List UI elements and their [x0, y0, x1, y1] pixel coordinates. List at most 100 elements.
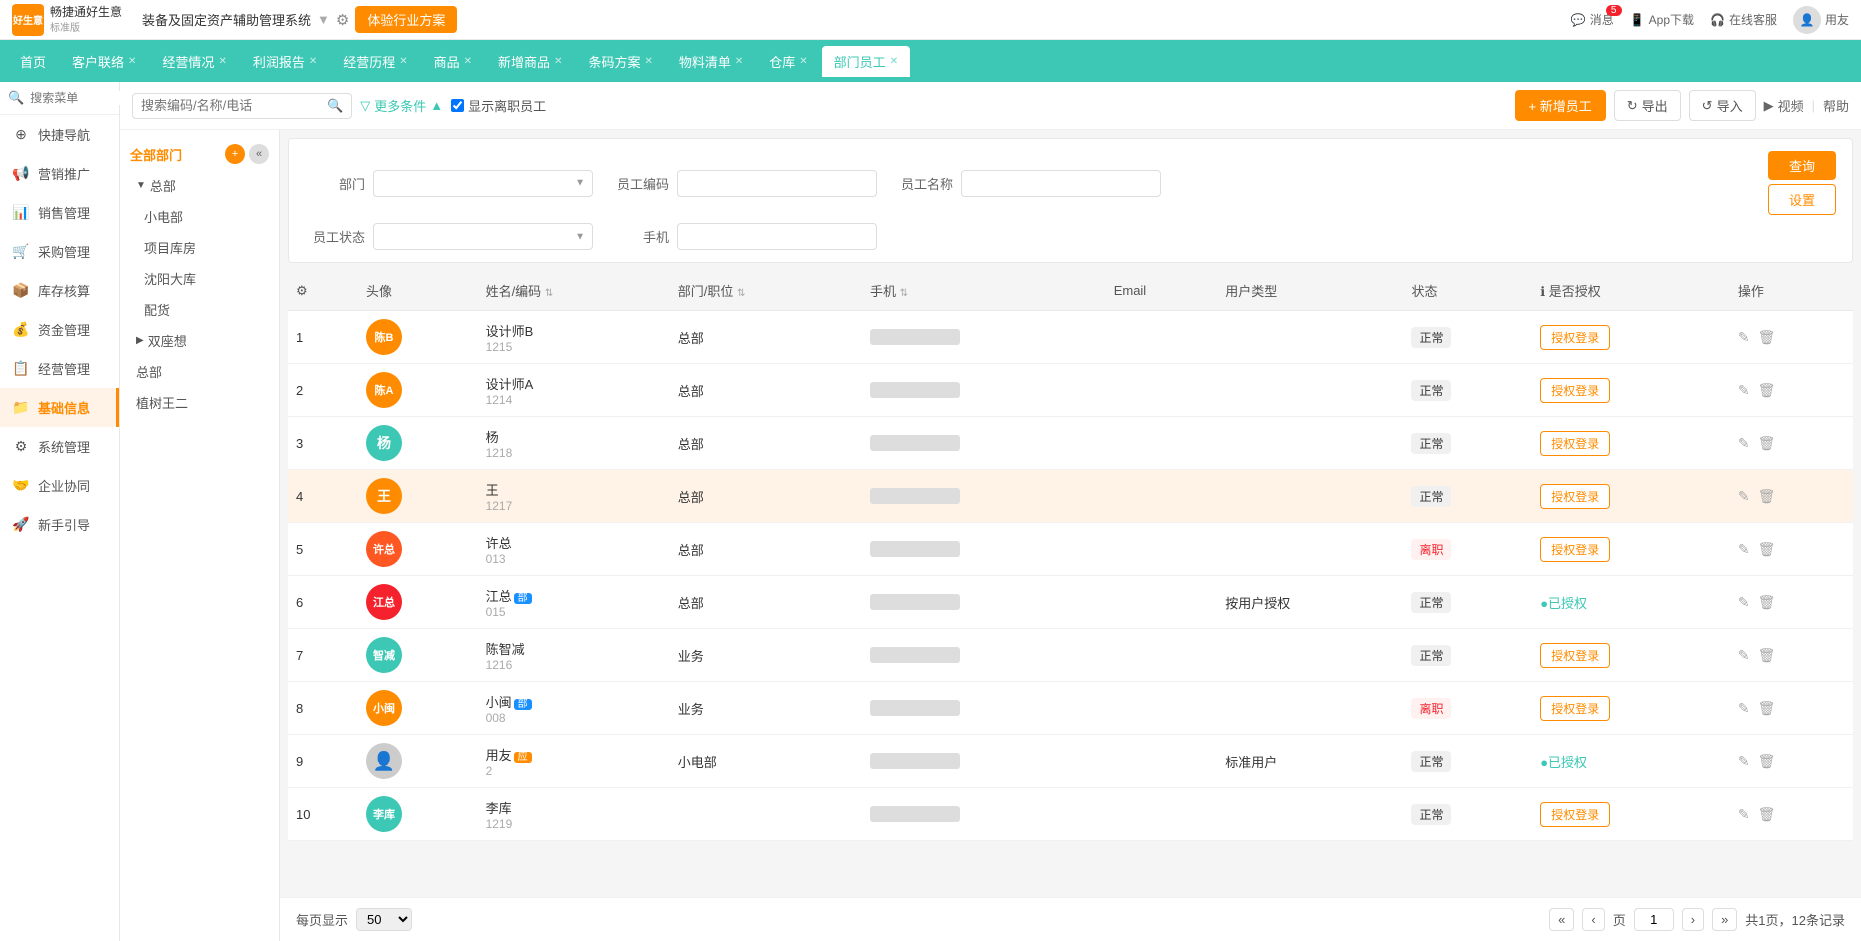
delete-icon[interactable]: 🗑: [1758, 753, 1776, 770]
filter-status-select[interactable]: [373, 223, 593, 250]
tab-home[interactable]: 首页: [8, 46, 58, 77]
edit-icon[interactable]: ✎: [1738, 382, 1750, 399]
auth-button[interactable]: 授权登录: [1540, 802, 1610, 827]
auth-button[interactable]: 授权登录: [1540, 643, 1610, 668]
page-number-input[interactable]: [1634, 908, 1674, 931]
prev-page-button[interactable]: ‹: [1582, 908, 1604, 931]
dept-item-zhishuwang[interactable]: 植树王二: [120, 387, 279, 418]
next-page-button[interactable]: ›: [1682, 908, 1704, 931]
search-input[interactable]: [141, 98, 321, 113]
show-resigned-toggle[interactable]: 显示离职员工: [451, 96, 546, 115]
edit-icon[interactable]: ✎: [1738, 435, 1750, 452]
sidebar-item-quicknav[interactable]: ⊕ 快捷导航: [0, 115, 119, 154]
tab-barcode[interactable]: 条码方案✕: [576, 46, 664, 77]
dept-item-distribution[interactable]: 配货: [120, 294, 279, 325]
delete-icon[interactable]: 🗑: [1758, 700, 1776, 717]
sidebar-item-guide[interactable]: 🚀 新手引导: [0, 505, 119, 544]
close-icon[interactable]: ✕: [890, 56, 898, 67]
dept-collapse-button[interactable]: «: [249, 144, 269, 164]
edit-icon[interactable]: ✎: [1738, 647, 1750, 664]
edit-icon[interactable]: ✎: [1738, 488, 1750, 505]
close-icon[interactable]: ✕: [554, 56, 562, 67]
tab-operation[interactable]: 经营情况✕: [150, 46, 238, 77]
delete-icon[interactable]: 🗑: [1758, 329, 1776, 346]
filter-name-input[interactable]: [961, 170, 1161, 197]
delete-icon[interactable]: 🗑: [1758, 541, 1776, 558]
close-icon[interactable]: ✕: [128, 56, 136, 67]
close-icon[interactable]: ✕: [399, 56, 407, 67]
edit-icon[interactable]: ✎: [1738, 753, 1750, 770]
app-download-action[interactable]: 📱 App下载: [1630, 11, 1694, 28]
filter-toggle[interactable]: ▽ 更多条件 ▲: [360, 96, 443, 115]
sidebar-item-system[interactable]: ⚙ 系统管理: [0, 427, 119, 466]
tab-profit[interactable]: 利润报告✕: [241, 46, 329, 77]
col-settings[interactable]: ⚙: [288, 271, 358, 311]
close-icon[interactable]: ✕: [735, 56, 743, 67]
tab-add-goods[interactable]: 新增商品✕: [486, 46, 574, 77]
filter-dept-select-wrap[interactable]: [373, 170, 593, 197]
set-button[interactable]: 设置: [1768, 184, 1836, 215]
delete-icon[interactable]: 🗑: [1758, 647, 1776, 664]
close-icon[interactable]: ✕: [464, 56, 472, 67]
search-box[interactable]: 🔍: [132, 93, 352, 119]
auth-button[interactable]: 授权登录: [1540, 431, 1610, 456]
sidebar-item-marketing[interactable]: 📢 营销推广: [0, 154, 119, 193]
sidebar-item-base[interactable]: 📁 基础信息: [0, 388, 119, 427]
close-icon[interactable]: ✕: [309, 56, 317, 67]
delete-icon[interactable]: 🗑: [1758, 806, 1776, 823]
delete-icon[interactable]: 🗑: [1758, 594, 1776, 611]
system-dropdown-icon[interactable]: ▼: [317, 12, 330, 27]
sidebar-item-collab[interactable]: 🤝 企业协同: [0, 466, 119, 505]
video-button[interactable]: ▶ 视频: [1764, 96, 1804, 115]
first-page-button[interactable]: «: [1549, 908, 1574, 931]
filter-phone-input[interactable]: [677, 223, 877, 250]
dept-item-shuangzuo[interactable]: ▶ 双座想: [120, 325, 279, 356]
tab-goods[interactable]: 商品✕: [422, 46, 484, 77]
edit-icon[interactable]: ✎: [1738, 700, 1750, 717]
trial-button[interactable]: 体验行业方案: [355, 6, 457, 33]
filter-dept-select[interactable]: [373, 170, 593, 197]
dept-item-project-warehouse[interactable]: 项目库房: [120, 232, 279, 263]
auth-button[interactable]: 授权登录: [1540, 325, 1610, 350]
sidebar-item-business[interactable]: 📋 经营管理: [0, 349, 119, 388]
sidebar-item-sales[interactable]: 📊 销售管理: [0, 193, 119, 232]
dept-item-hq[interactable]: 总部: [120, 356, 279, 387]
sidebar-item-purchase[interactable]: 🛒 采购管理: [0, 232, 119, 271]
delete-icon[interactable]: 🗑: [1758, 435, 1776, 452]
close-icon[interactable]: ✕: [799, 56, 807, 67]
auth-button[interactable]: 授权登录: [1540, 696, 1610, 721]
tab-customer[interactable]: 客户联络✕: [60, 46, 148, 77]
edit-icon[interactable]: ✎: [1738, 541, 1750, 558]
sidebar-item-inventory[interactable]: 📦 库存核算: [0, 271, 119, 310]
tab-history[interactable]: 经营历程✕: [331, 46, 419, 77]
sidebar-item-finance[interactable]: 💰 资金管理: [0, 310, 119, 349]
show-resigned-checkbox[interactable]: [451, 99, 464, 112]
edit-icon[interactable]: ✎: [1738, 806, 1750, 823]
dept-item-headquarters-parent[interactable]: ▼ 总部: [120, 170, 279, 201]
tab-department-staff[interactable]: 部门员工✕: [822, 46, 910, 77]
edit-icon[interactable]: ✎: [1738, 594, 1750, 611]
add-employee-button[interactable]: + 新增员工: [1515, 90, 1606, 121]
service-action[interactable]: 🎧 在线客服: [1710, 11, 1777, 28]
filter-status-select-wrap[interactable]: [373, 223, 593, 250]
filter-code-input[interactable]: [677, 170, 877, 197]
settings-icon[interactable]: ⚙: [336, 11, 349, 29]
edit-icon[interactable]: ✎: [1738, 329, 1750, 346]
delete-icon[interactable]: 🗑: [1758, 382, 1776, 399]
export-button[interactable]: ↻ 导出: [1614, 90, 1681, 121]
delete-icon[interactable]: 🗑: [1758, 488, 1776, 505]
page-size-select[interactable]: 50 20 100: [356, 908, 412, 931]
close-icon[interactable]: ✕: [644, 56, 652, 67]
help-button[interactable]: 帮助: [1823, 96, 1849, 115]
sidebar-search[interactable]: 🔍: [0, 82, 119, 115]
close-icon[interactable]: ✕: [218, 56, 226, 67]
dept-item-small-electric[interactable]: 小电部: [120, 201, 279, 232]
tab-warehouse[interactable]: 仓库✕: [757, 46, 819, 77]
import-button[interactable]: ↺ 导入: [1689, 90, 1756, 121]
auth-button[interactable]: 授权登录: [1540, 484, 1610, 509]
search-button[interactable]: 查询: [1768, 151, 1836, 180]
auth-button[interactable]: 授权登录: [1540, 537, 1610, 562]
message-action[interactable]: 💬 消息 5: [1571, 11, 1614, 28]
auth-button[interactable]: 授权登录: [1540, 378, 1610, 403]
user-action[interactable]: 👤 用友: [1793, 6, 1849, 34]
